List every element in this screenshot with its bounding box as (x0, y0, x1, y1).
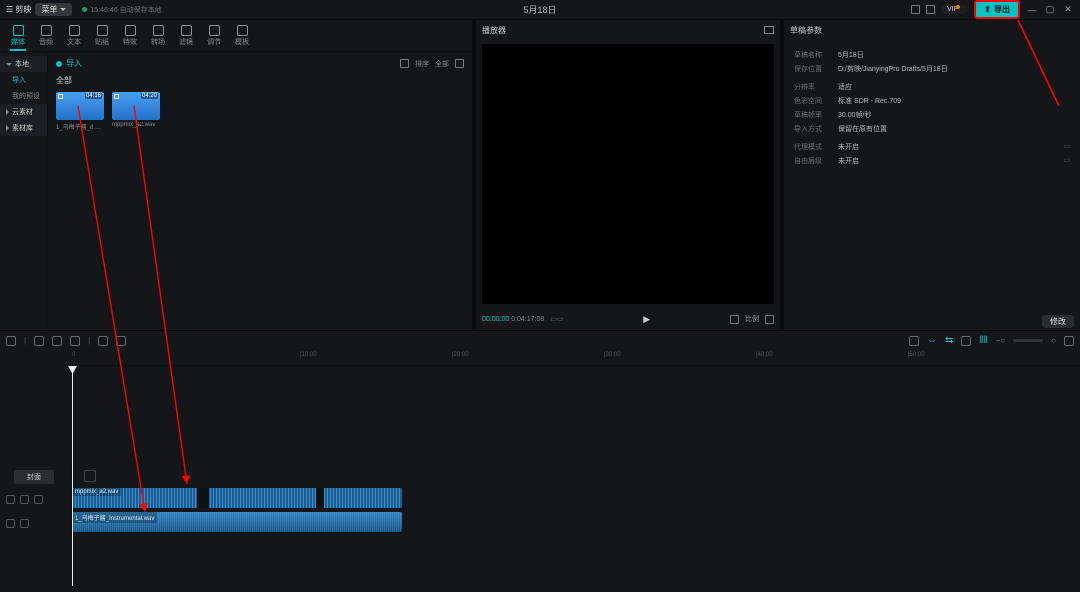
player-title: 播放器 (482, 25, 506, 36)
play-button[interactable]: ▶ (643, 314, 650, 325)
player-menu-icon[interactable] (764, 26, 774, 34)
search-icon[interactable] (455, 59, 464, 68)
export-button[interactable]: ⬆ 导出 (974, 0, 1020, 19)
layout-icon[interactable] (926, 5, 935, 14)
tool-tab-贴纸[interactable]: 贴纸 (88, 20, 116, 51)
snap-icon[interactable]: ⇔ (927, 335, 937, 346)
side-import[interactable]: 导入 (0, 72, 47, 88)
props-row: 代理模式未开启▭ (794, 140, 1070, 154)
ratio-button[interactable]: 比例 (745, 314, 759, 324)
tool-tab-icon (69, 25, 80, 36)
cursor-tool[interactable] (98, 336, 108, 346)
autosave-indicator: 15:46:46 自动保存本地 (82, 5, 161, 15)
zoom-fit-icon[interactable] (1064, 336, 1074, 346)
zoom-slider[interactable] (1013, 339, 1043, 342)
filter-all[interactable]: 全部 (435, 59, 449, 69)
preview-icon[interactable] (961, 336, 971, 346)
timeline[interactable]: 0|10:00|20:00|30:00|40:00|50:00 封面 mppmi… (0, 350, 1080, 592)
zoom-tool[interactable] (116, 336, 126, 346)
props-row: 草稿帧率30.00帧/秒 (794, 108, 1070, 122)
zoom-in-icon[interactable]: ○ (1051, 336, 1056, 345)
media-panel: 媒体音频文本贴纸特效转场滤镜调节模板 本地 导入 我的预设 云素材 素材库 导入… (0, 20, 472, 330)
side-cloud[interactable]: 云素材 (0, 104, 47, 120)
tool-tab-媒体[interactable]: 媒体 (4, 20, 32, 51)
mic-icon[interactable] (909, 336, 919, 346)
tool-tab-icon (153, 25, 164, 36)
undo-icon[interactable] (34, 336, 44, 346)
timecode-mode-icon[interactable]: ▭▭ (548, 315, 563, 323)
props-row: 自由层级未开启▭ (794, 154, 1070, 168)
maximize-button[interactable]: ▢ (1044, 4, 1056, 15)
titlebar: ☰ 剪映 菜单 15:46:46 自动保存本地 5月18日 VIP ⬆ 导出 —… (0, 0, 1080, 20)
tool-tab-特效[interactable]: 特效 (116, 20, 144, 51)
props-panel: 草稿参数 草稿名称5月18日保存位置D:/剪映/JianyingPro Draf… (784, 20, 1080, 330)
zoom-out-icon[interactable]: −○ (996, 336, 1006, 345)
tool-tab-文本[interactable]: 文本 (60, 20, 88, 51)
menu-button[interactable]: 菜单 (35, 3, 72, 16)
cover-button[interactable]: 封面 (14, 470, 54, 484)
tool-tab-icon (97, 25, 108, 36)
tool-tab-调节[interactable]: 调节 (200, 20, 228, 51)
minimize-button[interactable]: — (1026, 5, 1038, 15)
import-heading[interactable]: 导入 (66, 58, 82, 69)
media-thumb[interactable]: 04:20mppmix_a2.wav (112, 92, 160, 131)
fullscreen-icon[interactable] (765, 315, 774, 324)
modify-button[interactable]: 修改 (1042, 315, 1074, 328)
import-dot-icon (56, 61, 62, 67)
view-grid-icon[interactable] (400, 59, 409, 68)
track-mute-icon[interactable] (34, 495, 43, 504)
timeline-ruler[interactable]: 0|10:00|20:00|30:00|40:00|50:00 (72, 350, 1080, 366)
playhead[interactable] (72, 366, 73, 586)
player-panel: 播放器 00:00:00 0:04:17:08 ▭▭ ▶ 比例 (476, 20, 780, 330)
media-sidebar: 本地 导入 我的预设 云素材 素材库 (0, 52, 48, 330)
video-clip[interactable]: mppmix_a2.wav (72, 488, 402, 508)
tool-tab-滤镜[interactable]: 滤镜 (172, 20, 200, 51)
side-library[interactable]: 素材库 (0, 120, 47, 136)
track-lock-icon[interactable] (6, 519, 15, 528)
tool-tab-转场[interactable]: 转场 (144, 20, 172, 51)
media-tab-all[interactable]: 全部 (56, 75, 464, 86)
project-title: 5月18日 (523, 3, 556, 16)
tool-tab-icon (209, 25, 220, 36)
side-group-local[interactable]: 本地 (0, 56, 47, 72)
shortcut-icon[interactable] (911, 5, 920, 14)
tool-tabs: 媒体音频文本贴纸特效转场滤镜调节模板 (0, 20, 472, 52)
side-presets[interactable]: 我的预设 (0, 88, 47, 104)
vip-button[interactable]: VIP (941, 5, 968, 14)
props-row: 色彩空间标准 SDR - Rec.709 (794, 94, 1070, 108)
track-mute-icon[interactable] (20, 519, 29, 528)
props-row: 分辨率适应 (794, 80, 1070, 94)
media-thumbs: 04:161_乌梅子酱_d.wav.wav04:20mppmix_a2.wav (56, 92, 464, 131)
tool-tab-icon (13, 25, 24, 36)
close-button[interactable]: ✕ (1062, 4, 1074, 15)
cut-mode-icon[interactable]: ‖‖ (979, 335, 987, 346)
audio-clip[interactable]: 1_乌梅子酱_Instrumental.wav (72, 512, 402, 532)
redo-icon[interactable] (52, 336, 62, 346)
props-title: 草稿参数 (790, 25, 822, 36)
tool-tab-icon (181, 25, 192, 36)
select-tool-icon[interactable] (6, 336, 16, 346)
cover-thumb-icon[interactable] (84, 470, 96, 482)
track-eye-icon[interactable] (20, 495, 29, 504)
tool-tab-模板[interactable]: 模板 (228, 20, 256, 51)
timecode-current: 00:00:00 (482, 316, 509, 323)
tool-tab-音频[interactable]: 音频 (32, 20, 60, 51)
media-thumb[interactable]: 04:161_乌梅子酱_d.wav.wav (56, 92, 104, 131)
link-audio-icon[interactable]: ⇆ (945, 335, 953, 346)
compare-icon[interactable] (730, 315, 739, 324)
props-row: 导入方式保留在原有位置 (794, 122, 1070, 136)
player-viewport[interactable] (482, 44, 774, 304)
timeline-toolbar: | | ⇔ ⇆ ‖‖ −○ ○ (0, 330, 1080, 350)
props-row: 保存位置D:/剪映/JianyingPro Drafts/5月18日 (794, 62, 1070, 76)
track-lock-icon[interactable] (6, 495, 15, 504)
sort-button[interactable]: 排序 (415, 59, 429, 69)
tool-tab-icon (237, 25, 248, 36)
props-row: 草稿名称5月18日 (794, 48, 1070, 62)
split-icon[interactable] (70, 336, 80, 346)
tool-tab-icon (41, 25, 52, 36)
app-logo: ☰ 剪映 (6, 4, 31, 15)
tool-tab-icon (125, 25, 136, 36)
